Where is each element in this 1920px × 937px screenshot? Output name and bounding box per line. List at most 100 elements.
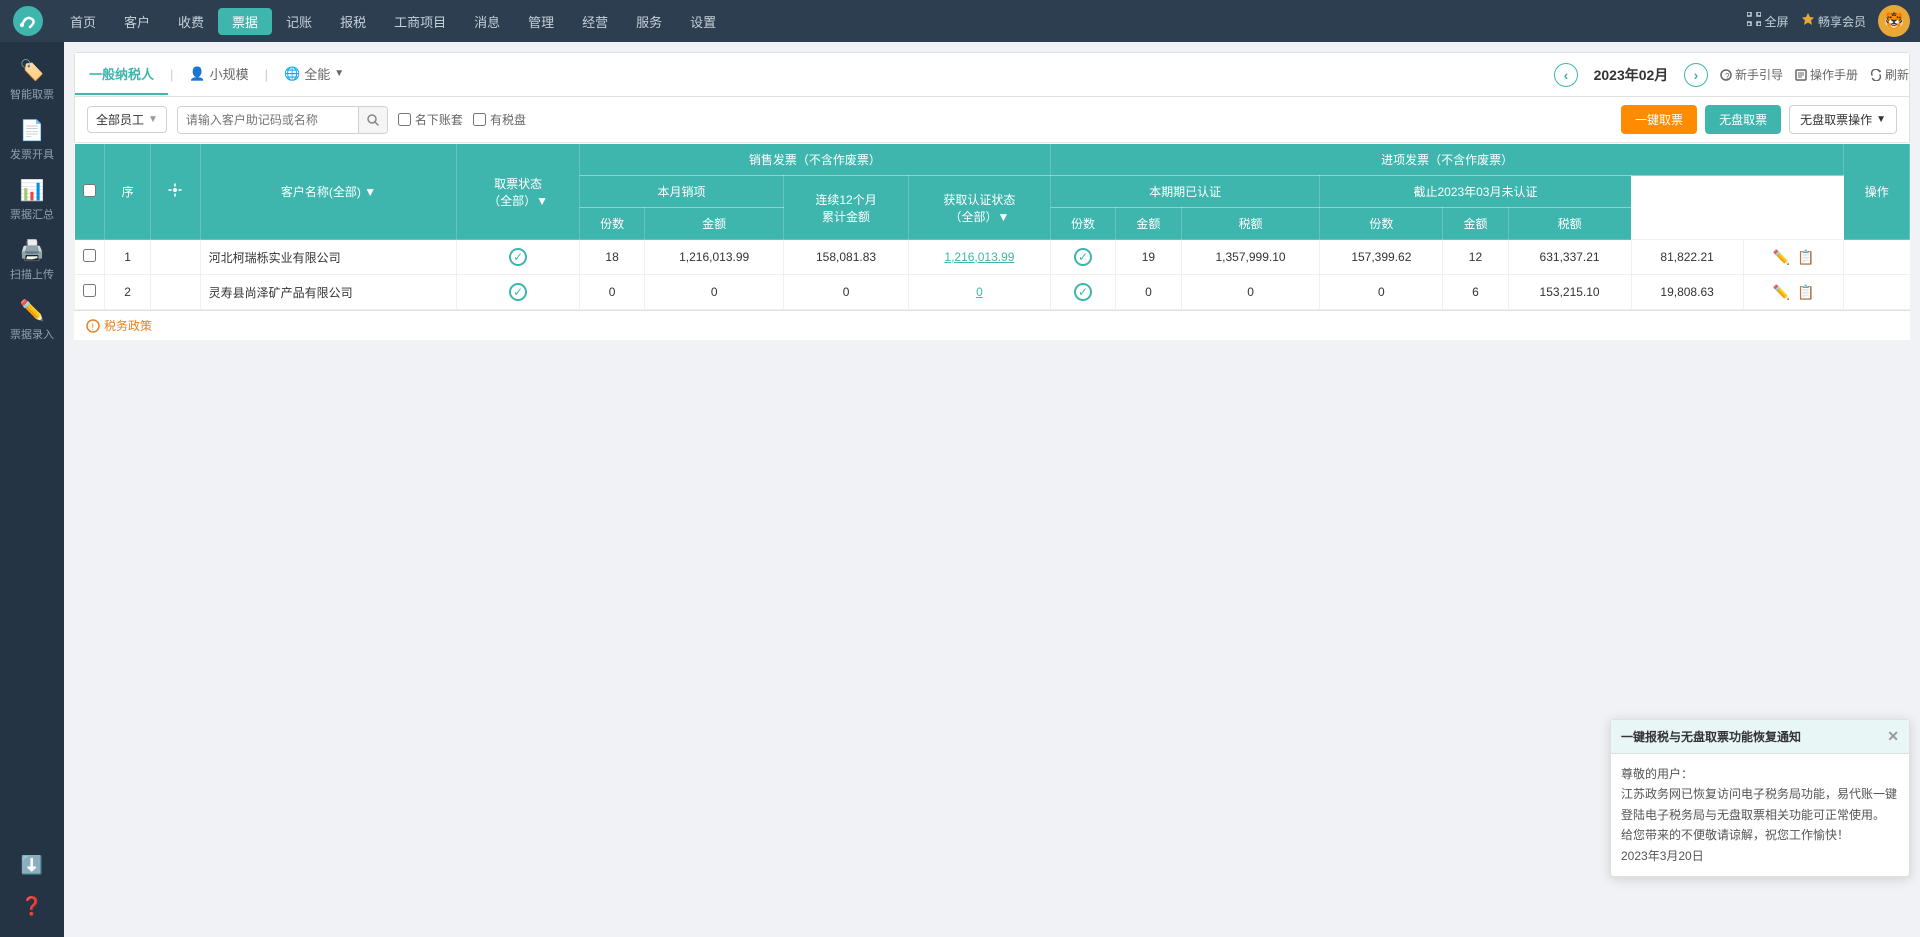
cumulative-link[interactable]: 1,216,013.99 [944, 250, 1014, 264]
row-cumulative-12m: 1,216,013.99 [908, 240, 1050, 275]
notice-line: 给您带来的不便敬请谅解，祝您工作愉快！ [1621, 825, 1899, 845]
tab-divider-2: | [265, 67, 268, 82]
row-xiao-tax: 0 [784, 275, 909, 310]
nav-item-settings[interactable]: 设置 [676, 8, 730, 35]
tab-general-taxpayer[interactable]: 一般纳税人 [75, 55, 168, 95]
prev-month-btn[interactable]: ‹ [1554, 63, 1578, 87]
fullscreen-btn[interactable]: 全屏 [1747, 12, 1788, 30]
copy-icon[interactable]: 📋 [1797, 284, 1814, 300]
quick-retrieve-btn[interactable]: 一键取票 [1621, 105, 1697, 134]
th-jin-tax: 税额 [1181, 208, 1320, 240]
employee-filter[interactable]: 全部员工 ▼ [87, 106, 167, 133]
cumulative-link[interactable]: 0 [976, 285, 983, 299]
edit-icon[interactable]: ✏️ [1772, 284, 1789, 300]
invoice-open-icon: 📄 [20, 118, 45, 143]
sidebar-bottom-help[interactable]: ❓ [13, 888, 51, 925]
notice-body: 尊敬的用户：江苏政务网已恢复访问电子税务局功能，易代账一键登陆电子税务局与无盘取… [1611, 754, 1909, 876]
account-filter[interactable]: 名下账套 [398, 111, 463, 128]
nav-item-message[interactable]: 消息 [460, 8, 514, 35]
account-checkbox[interactable] [398, 113, 411, 126]
sidebar-item-invoice-entry[interactable]: ✏️ 票据录入 [0, 290, 64, 350]
page-header-right: ? 新手引导 操作手册 刷新 [1720, 66, 1909, 83]
no-disk-ops-label: 无盘取票操作 [1800, 111, 1872, 128]
svg-text:?: ? [1725, 72, 1730, 81]
row-checkbox[interactable] [75, 240, 105, 275]
tax-disk-checkbox[interactable] [473, 113, 486, 126]
no-disk-retrieve-btn[interactable]: 无盘取票 [1705, 105, 1781, 134]
select-all-checkbox[interactable] [83, 184, 96, 197]
search-button[interactable] [358, 107, 387, 133]
account-label: 名下账套 [415, 111, 463, 128]
th-cert-status: 获取认证状态（全部）▼ [908, 176, 1050, 240]
invoice-table: 序 客户名称(全部) ▼ 取票状态（全部）▼ 销售发票（不含作废票） 进项发票（… [74, 143, 1910, 310]
sidebar-bottom-download[interactable]: ⬇️ [13, 847, 51, 884]
row-uncert-tax: 19,808.63 [1631, 275, 1743, 310]
edit-icon[interactable]: ✏️ [1772, 249, 1789, 265]
dropdown-arrow-icon: ▼ [1876, 114, 1886, 125]
row-xiao-count: 18 [579, 240, 644, 275]
row-checkbox[interactable] [75, 275, 105, 310]
next-month-btn[interactable]: › [1684, 63, 1708, 87]
filter-employee-label: 全部员工 [96, 111, 144, 128]
vip-btn[interactable]: 畅享会员 [1801, 12, 1866, 30]
th-uncertified: 截止2023年03月未认证 [1320, 176, 1631, 208]
tab-divider-1: | [170, 67, 173, 82]
nav-item-bookkeeping[interactable]: 记账 [272, 8, 326, 35]
th-xiao-amount: 金额 [645, 208, 784, 240]
nav-item-management[interactable]: 管理 [514, 8, 568, 35]
search-box [177, 106, 388, 134]
notice-line: 尊敬的用户： [1621, 764, 1899, 784]
nav-item-invoice[interactable]: 票据 [218, 8, 272, 35]
table-header-group-row: 序 客户名称(全部) ▼ 取票状态（全部）▼ 销售发票（不含作废票） 进项发票（… [75, 144, 1910, 176]
current-month: 2023年02月 [1586, 65, 1676, 85]
page-section: 一般纳税人 | 👤 小规模 | 🌐 全能 ▼ ‹ 2023年02月 › [74, 52, 1910, 143]
row-jin-count: 0 [1116, 275, 1181, 310]
tax-disk-label: 有税盘 [490, 111, 526, 128]
sidebar-item-label-smart-retrieve: 智能取票 [10, 86, 54, 102]
copy-icon[interactable]: 📋 [1797, 249, 1814, 265]
notice-line: 2023年3月20日 [1621, 846, 1899, 866]
notice-popup: 一键报税与无盘取票功能恢复通知 ✕ 尊敬的用户：江苏政务网已恢复访问电子税务局功… [1610, 719, 1910, 877]
row-retrieve-status: ✓ [457, 240, 580, 275]
nav-item-tax[interactable]: 报税 [326, 8, 380, 35]
sidebar-item-label-invoice-summary: 票据汇总 [10, 206, 54, 222]
notice-close-btn[interactable]: ✕ [1887, 728, 1899, 745]
nav-item-business[interactable]: 工商项目 [380, 8, 460, 35]
sidebar-item-label-invoice-entry: 票据录入 [10, 326, 54, 342]
nav-item-home[interactable]: 首页 [56, 8, 110, 35]
new-user-guide-btn[interactable]: ? 新手引导 [1720, 66, 1783, 83]
sidebar-item-label-invoice-open: 发票开具 [10, 146, 54, 162]
sidebar-item-invoice-open[interactable]: 📄 发票开具 [0, 110, 64, 170]
svg-text:!: ! [92, 322, 95, 332]
nav-item-customer[interactable]: 客户 [110, 8, 164, 35]
top-right-actions: 全屏 畅享会员 🐯 [1747, 5, 1910, 37]
nav-item-operation[interactable]: 经营 [568, 8, 622, 35]
th-monthly-sales-sub: 本月销项 [579, 176, 783, 208]
small-scale-icon: 👤 [189, 66, 205, 82]
nav-item-service[interactable]: 服务 [622, 8, 676, 35]
refresh-btn[interactable]: 刷新 [1870, 66, 1909, 83]
sidebar-item-scan-upload[interactable]: 🖨️ 扫描上传 [0, 230, 64, 290]
bottom-bar[interactable]: ! 税务政策 [74, 310, 1910, 340]
sidebar-item-smart-retrieve[interactable]: 🏷️ 智能取票 [0, 50, 64, 110]
tax-disk-filter[interactable]: 有税盘 [473, 111, 526, 128]
row-select-checkbox[interactable] [83, 284, 96, 297]
row-uncert-amount: 631,337.21 [1508, 240, 1631, 275]
row-cert-status: ✓ [1050, 240, 1115, 275]
operation-manual-btn[interactable]: 操作手册 [1795, 66, 1858, 83]
tab-small-scale[interactable]: 👤 小规模 [175, 55, 262, 95]
filter-actions: 一键取票 无盘取票 无盘取票操作 ▼ [1621, 105, 1897, 134]
th-uncert-amount: 金额 [1443, 208, 1508, 240]
row-index: 1 [105, 240, 151, 275]
tab-all[interactable]: 🌐 全能 ▼ [270, 55, 358, 95]
sidebar-item-invoice-summary[interactable]: 📊 票据汇总 [0, 170, 64, 230]
no-disk-ops-btn[interactable]: 无盘取票操作 ▼ [1789, 105, 1897, 134]
nav-item-fee[interactable]: 收费 [164, 8, 218, 35]
th-customer-name: 客户名称(全部) ▼ [200, 144, 457, 240]
logo[interactable] [10, 3, 46, 39]
search-input[interactable] [178, 107, 358, 133]
row-select-checkbox[interactable] [83, 249, 96, 262]
row-xiao-amount: 0 [645, 275, 784, 310]
user-avatar[interactable]: 🐯 [1878, 5, 1910, 37]
tax-policy-label[interactable]: 税务政策 [104, 317, 152, 334]
